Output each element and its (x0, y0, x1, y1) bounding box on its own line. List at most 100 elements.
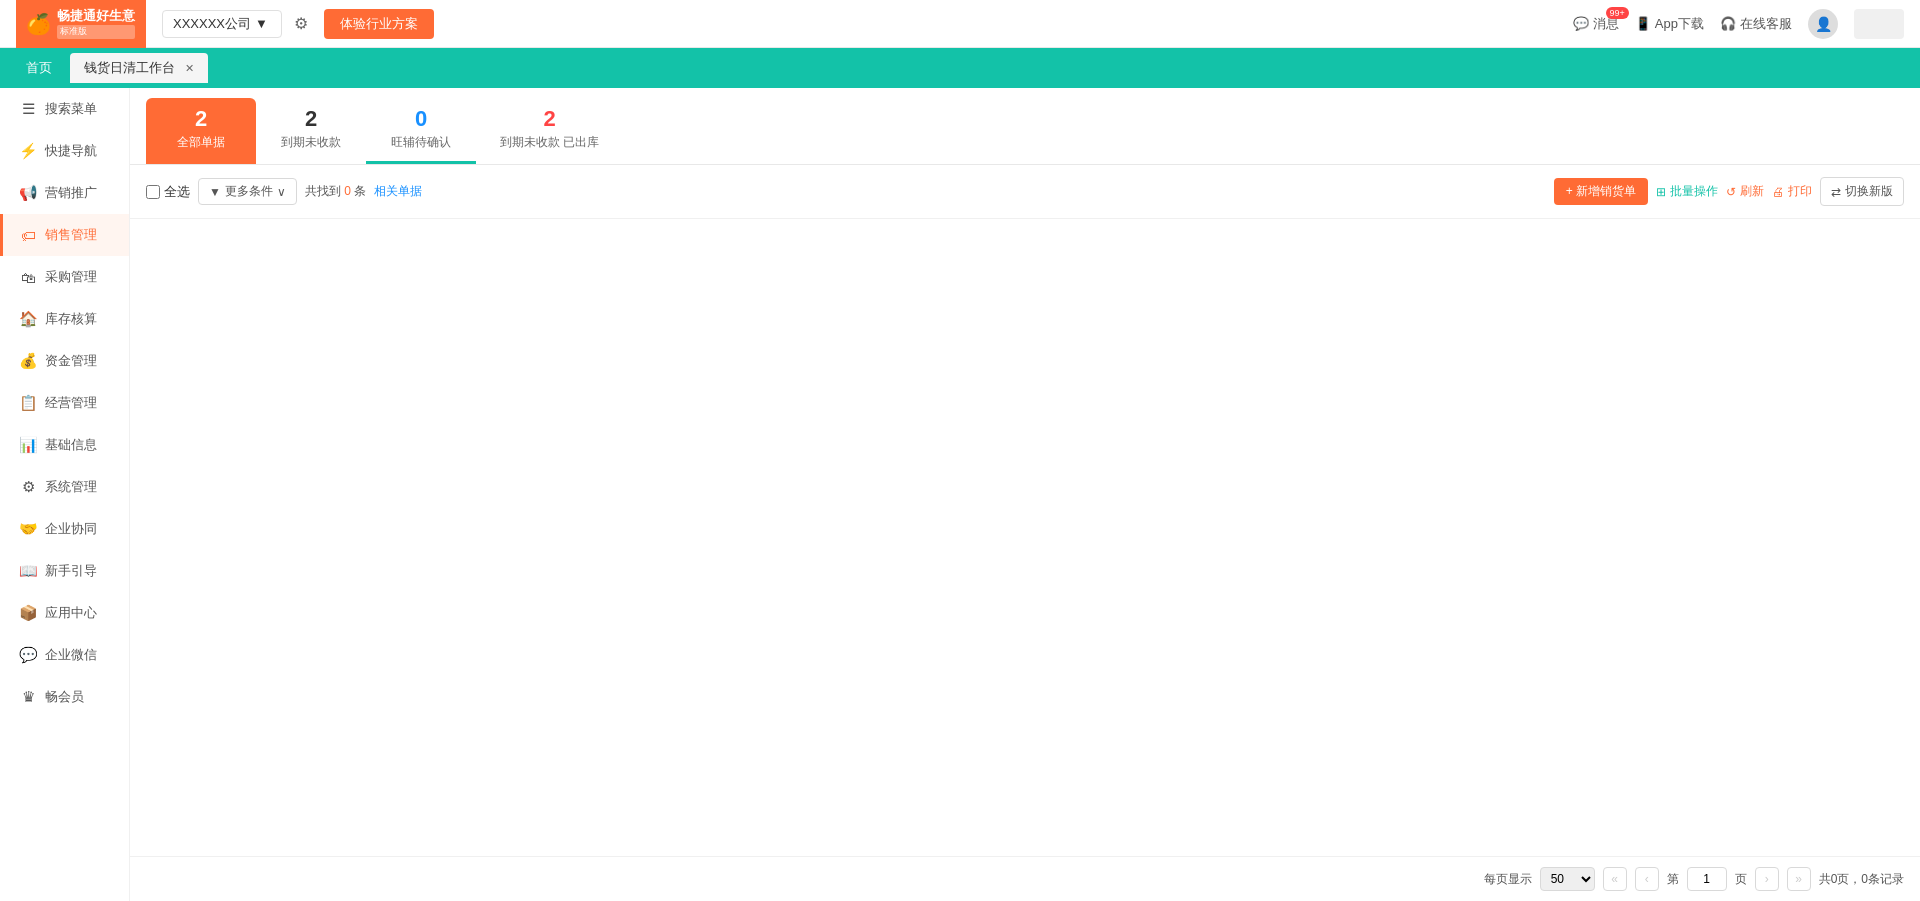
next-page-button[interactable]: › (1755, 867, 1779, 891)
search-menu-icon: ☰ (19, 100, 37, 118)
sidebar-item-label: 快捷导航 (45, 142, 97, 160)
sidebar-item-quick-nav[interactable]: ⚡ 快捷导航 (0, 130, 129, 172)
sidebar-item-app-center[interactable]: 📦 应用中心 (0, 592, 129, 634)
print-icon: 🖨 (1772, 185, 1784, 199)
sidebar-item-label: 搜索菜单 (45, 100, 97, 118)
stat-tab-wangpai[interactable]: 0 旺辅待确认 (366, 98, 476, 164)
found-prefix: 共找到 (305, 184, 341, 198)
related-bills-link[interactable]: 相关单据 (374, 183, 422, 200)
print-button[interactable]: 🖨 打印 (1772, 183, 1812, 200)
sidebar-item-operations[interactable]: 📋 经营管理 (0, 382, 129, 424)
sidebar-item-purchase[interactable]: 🛍 采购管理 (0, 256, 129, 298)
sidebar-item-inventory[interactable]: 🏠 库存核算 (0, 298, 129, 340)
per-page-select[interactable]: 50 100 200 (1540, 867, 1595, 891)
base-info-icon: 📊 (19, 436, 37, 454)
sidebar-item-member[interactable]: ♛ 畅会员 (0, 676, 129, 718)
message-badge: 99+ (1606, 7, 1629, 19)
sidebar-item-beginner[interactable]: 📖 新手引导 (0, 550, 129, 592)
chevron-down-icon: ▼ (255, 16, 268, 31)
new-sale-button[interactable]: + 新增销货单 (1554, 178, 1648, 205)
sidebar-item-label: 企业协同 (45, 520, 97, 538)
capital-icon: 💰 (19, 352, 37, 370)
system-icon: ⚙ (19, 478, 37, 496)
sidebar-item-wechat[interactable]: 💬 企业微信 (0, 634, 129, 676)
message-action[interactable]: 💬 消息 99+ (1573, 15, 1619, 33)
avatar[interactable]: 👤 (1808, 9, 1838, 39)
member-icon: ♛ (19, 688, 37, 706)
stat-wangpai-label: 旺辅待确认 (391, 134, 451, 151)
chevron-icon: ∨ (277, 185, 286, 199)
more-conditions-label: 更多条件 (225, 183, 273, 200)
sidebar-item-sales[interactable]: 🏷 销售管理 (0, 214, 129, 256)
app-download-action[interactable]: 📱 App下载 (1635, 15, 1704, 33)
sidebar-item-base-info[interactable]: 📊 基础信息 (0, 424, 129, 466)
stat-overdue-label: 到期未收款 (281, 134, 341, 151)
app-download-label: App下载 (1655, 15, 1704, 33)
page-label: 第 (1667, 871, 1679, 888)
found-count: 0 (344, 184, 351, 198)
sidebar-item-label: 应用中心 (45, 604, 97, 622)
stat-tab-overdue-unshipped[interactable]: 2 到期未收款 已出库 (476, 98, 623, 164)
online-service-icon: 🎧 (1720, 16, 1736, 31)
stat-tab-all[interactable]: 2 全部单据 (146, 98, 256, 164)
more-conditions-button[interactable]: ▼ 更多条件 ∨ (198, 178, 297, 205)
page-suffix: 页 (1735, 871, 1747, 888)
tab-home[interactable]: 首页 (12, 53, 66, 83)
last-page-button[interactable]: » (1787, 867, 1811, 891)
found-unit: 条 (354, 184, 366, 198)
header-right: 💬 消息 99+ 📱 App下载 🎧 在线客服 👤 (1573, 9, 1904, 39)
tab-workbench[interactable]: 钱货日清工作台 ✕ (70, 53, 208, 83)
select-all-checkbox[interactable]: 全选 (146, 183, 190, 201)
enterprise-icon: 🤝 (19, 520, 37, 538)
user-name-area[interactable] (1854, 9, 1904, 39)
prev-page-button[interactable]: ‹ (1635, 867, 1659, 891)
company-name: XXXXXX公司 (173, 15, 251, 33)
marketing-icon: 📢 (19, 184, 37, 202)
select-all-input[interactable] (146, 185, 160, 199)
page-input[interactable] (1687, 867, 1727, 891)
batch-op-button[interactable]: ⊞ 批量操作 (1656, 183, 1718, 200)
content-area: 2 全部单据 2 到期未收款 0 旺辅待确认 2 到期未收款 已出库 全选 (130, 88, 1920, 901)
sidebar-item-capital[interactable]: 💰 资金管理 (0, 340, 129, 382)
stat-tab-overdue-unpaid[interactable]: 2 到期未收款 (256, 98, 366, 164)
logo-icon: 🍊 (26, 12, 51, 36)
inventory-icon: 🏠 (19, 310, 37, 328)
tab-home-label: 首页 (26, 59, 52, 77)
refresh-button[interactable]: ↺ 刷新 (1726, 183, 1764, 200)
batch-op-icon: ⊞ (1656, 185, 1666, 199)
stat-unshipped-num: 2 (544, 106, 556, 132)
settings-icon[interactable]: ⚙ (290, 10, 312, 37)
first-page-button[interactable]: « (1603, 867, 1627, 891)
refresh-icon: ↺ (1726, 185, 1736, 199)
sidebar-item-marketing[interactable]: 📢 营销推广 (0, 172, 129, 214)
company-selector[interactable]: XXXXXX公司 ▼ (162, 10, 282, 38)
app-center-icon: 📦 (19, 604, 37, 622)
stat-wangpai-num: 0 (415, 106, 427, 132)
online-service-action[interactable]: 🎧 在线客服 (1720, 15, 1792, 33)
app-download-icon: 📱 (1635, 16, 1651, 31)
top-header: 🍊 畅捷通好生意 标准版 XXXXXX公司 ▼ ⚙ 体验行业方案 💬 消息 99… (0, 0, 1920, 48)
refresh-label: 刷新 (1740, 183, 1764, 200)
wechat-icon: 💬 (19, 646, 37, 664)
print-label: 打印 (1788, 183, 1812, 200)
sidebar-item-enterprise[interactable]: 🤝 企业协同 (0, 508, 129, 550)
stat-all-label: 全部单据 (177, 134, 225, 151)
sidebar-item-label: 库存核算 (45, 310, 97, 328)
sidebar-item-search-menu[interactable]: ☰ 搜索菜单 (0, 88, 129, 130)
logo-badge: 标准版 (57, 25, 135, 39)
sidebar-item-label: 系统管理 (45, 478, 97, 496)
trial-button[interactable]: 体验行业方案 (324, 9, 434, 39)
sidebar-item-system[interactable]: ⚙ 系统管理 (0, 466, 129, 508)
batch-op-label: 批量操作 (1670, 183, 1718, 200)
purchase-icon: 🛍 (19, 269, 37, 286)
online-service-label: 在线客服 (1740, 15, 1792, 33)
tab-close-icon[interactable]: ✕ (185, 62, 194, 75)
logo-main: 畅捷通好生意 (57, 8, 135, 25)
switch-label: 切换新版 (1845, 183, 1893, 200)
switch-version-button[interactable]: ⇄ 切换新版 (1820, 177, 1904, 206)
toolbar-left: 全选 ▼ 更多条件 ∨ 共找到 0 条 相关单据 (146, 178, 1546, 205)
select-all-label: 全选 (164, 183, 190, 201)
main-layout: ☰ 搜索菜单 ⚡ 快捷导航 📢 营销推广 🏷 销售管理 🛍 采购管理 🏠 库存核… (0, 88, 1920, 901)
total-text: 共0页，0条记录 (1819, 871, 1904, 888)
toolbar: 全选 ▼ 更多条件 ∨ 共找到 0 条 相关单据 + 新增销货单 ⊞ 批 (130, 165, 1920, 219)
